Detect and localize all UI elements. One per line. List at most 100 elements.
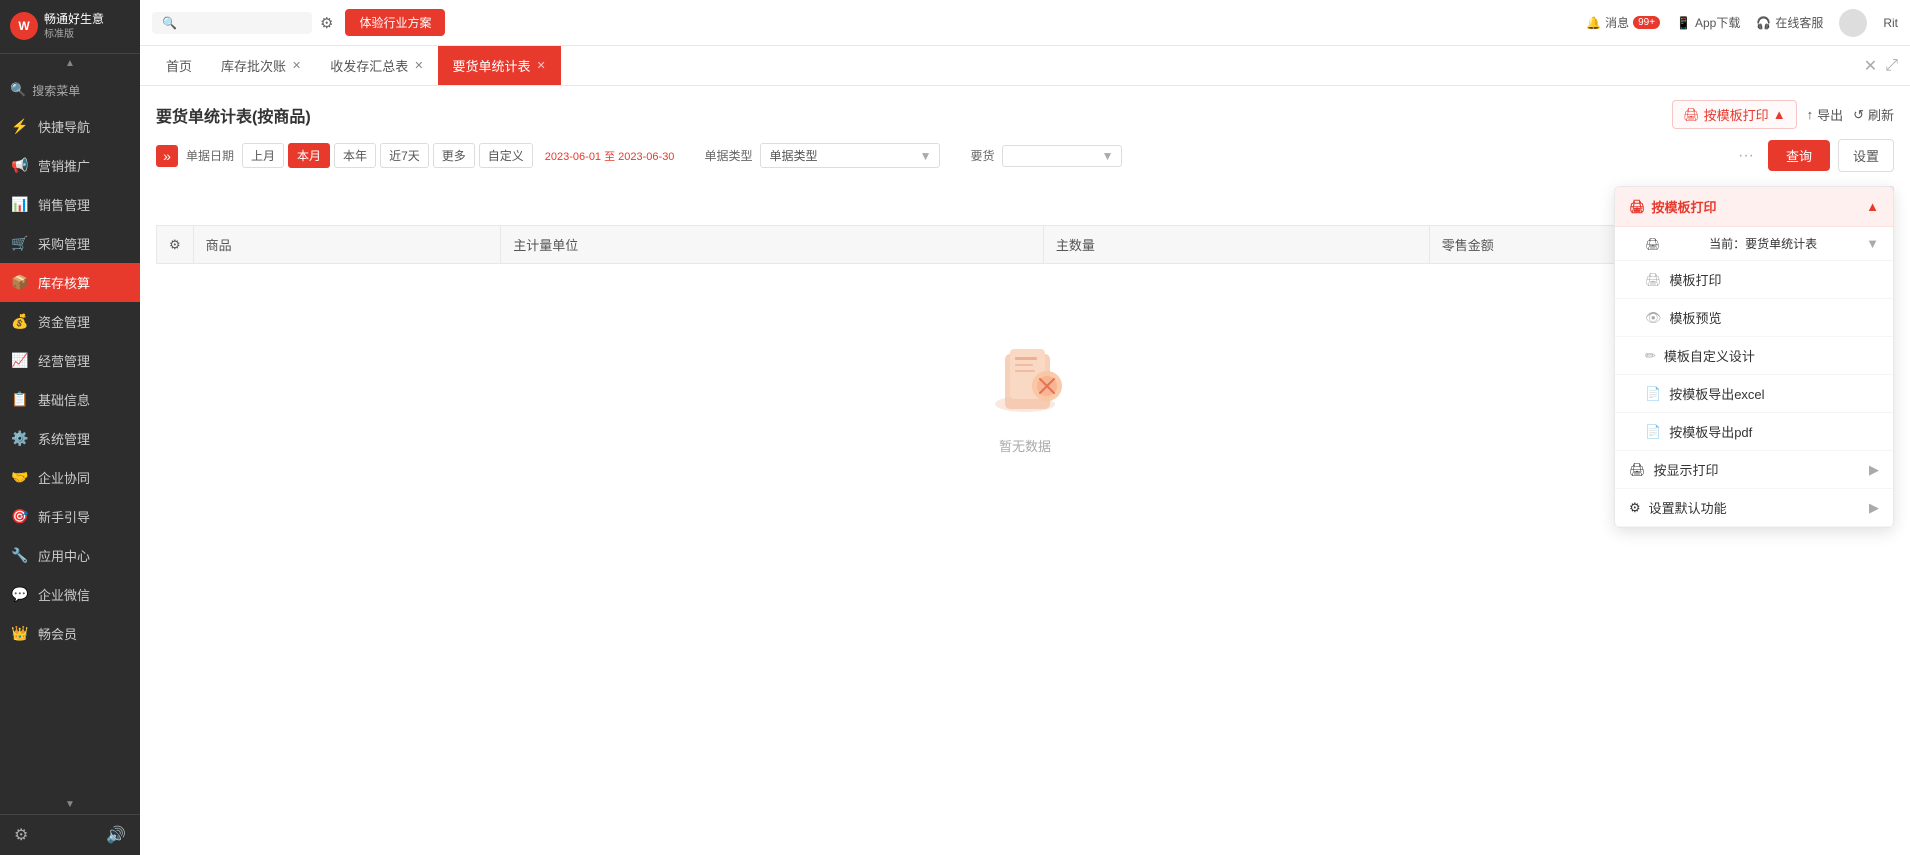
sidebar-item-finance[interactable]: 💰 资金管理	[0, 302, 140, 341]
sidebar-item-guide[interactable]: 🎯 新手引导	[0, 497, 140, 536]
chevron-up-icon2: ▲	[1866, 199, 1879, 214]
select-arrow-icon2: ▼	[1102, 149, 1114, 163]
col-product: 商品	[193, 226, 501, 264]
page-title: 要货单统计表(按商品)	[156, 103, 311, 127]
dropdown-sub-default-function[interactable]: ⚙ 设置默认功能 ▶	[1615, 489, 1893, 527]
display-print-label: 按显示打印	[1654, 460, 1719, 479]
tab-receipt-summary[interactable]: 收发存汇总表 ✕	[316, 46, 438, 85]
custom-date-btn[interactable]: 自定义	[479, 143, 533, 168]
current-month-btn[interactable]: 本月	[288, 143, 330, 168]
tab-close-order-summary[interactable]: ✕	[537, 59, 546, 72]
default-function-label: 设置默认功能	[1649, 498, 1727, 517]
current-template-item[interactable]: 🖨 当前：要货单统计表 ▼	[1615, 227, 1893, 261]
sidebar-scroll-down[interactable]: ▼	[0, 794, 140, 814]
order-type-select[interactable]: 单据类型 ▼	[760, 143, 940, 168]
maximize-icon[interactable]: ⤢	[1885, 57, 1898, 75]
gear-icon[interactable]: ⚙	[320, 14, 333, 32]
sidebar-item-label: 资金管理	[38, 312, 90, 331]
sidebar-item-label: 畅会员	[38, 624, 77, 643]
sidebar-item-enterprise[interactable]: 🤝 企业协同	[0, 458, 140, 497]
close-all-tabs-icon[interactable]: ✕	[1864, 56, 1877, 76]
tab-order-summary[interactable]: 要货单统计表 ✕	[438, 46, 560, 85]
sidebar-search[interactable]: 🔍 搜索菜单	[0, 74, 140, 107]
sales-icon: 📊	[10, 196, 30, 213]
sidebar-item-quick-nav[interactable]: ⚡ 快捷导航	[0, 107, 140, 146]
quick-nav-icon: ⚡	[10, 118, 30, 135]
tab-close-receipt-summary[interactable]: ✕	[414, 59, 423, 72]
filter-bar: » 单据日期 上月 本月 本年 近7天 更多 自定义 2023-06-01 至 …	[140, 129, 1910, 182]
settings-footer-icon[interactable]: ⚙	[14, 825, 28, 845]
filter-toggle-button[interactable]: »	[156, 145, 178, 167]
tab-batch-account[interactable]: 库存批次账 ✕	[207, 46, 316, 85]
message-label: 消息	[1605, 14, 1629, 31]
sidebar-item-sales[interactable]: 📊 销售管理	[0, 185, 140, 224]
sidebar-item-inventory[interactable]: 📦 库存核算	[0, 263, 140, 302]
more-dates-btn[interactable]: 更多	[433, 143, 475, 168]
order-type-label2: 要货	[970, 147, 994, 164]
tab-close-batch-account[interactable]: ✕	[292, 59, 301, 72]
more-options-button[interactable]: ···	[1732, 145, 1760, 167]
sidebar-item-marketing[interactable]: 📢 营销推广	[0, 146, 140, 185]
sidebar-item-basics[interactable]: 📋 基础信息	[0, 380, 140, 419]
online-service-button[interactable]: 🎧 在线客服	[1756, 14, 1823, 31]
col-quantity: 主数量	[1043, 226, 1429, 264]
sidebar-item-label: 基础信息	[38, 390, 90, 409]
printer-icon: 🖨	[1683, 107, 1700, 123]
sidebar-item-system[interactable]: ⚙️ 系统管理	[0, 419, 140, 458]
app-download-button[interactable]: 📱 App下载	[1676, 14, 1740, 31]
sidebar-item-label: 系统管理	[38, 429, 90, 448]
filter-row-type: 单据类型 单据类型 ▼	[704, 143, 940, 168]
speaker-icon[interactable]: 🔊	[106, 825, 126, 845]
export-excel-label: 按模板导出excel	[1669, 384, 1764, 403]
select-arrow-icon: ▼	[920, 149, 932, 163]
dropdown-item-template-preview[interactable]: 👁 模板预览	[1615, 299, 1893, 337]
refresh-icon: ↺	[1853, 107, 1864, 123]
search-icon: 🔍	[162, 16, 177, 30]
col-settings[interactable]: ⚙	[157, 226, 194, 264]
wecom-icon: 💬	[10, 586, 30, 603]
app-tag: 标准版	[44, 28, 104, 41]
sidebar-item-wecom[interactable]: 💬 企业微信	[0, 575, 140, 614]
sidebar-scroll-up[interactable]: ▲	[0, 54, 140, 74]
app-download-label: App下载	[1695, 14, 1740, 31]
query-button[interactable]: 查询	[1768, 140, 1830, 171]
last-7-days-btn[interactable]: 近7天	[380, 143, 429, 168]
sidebar-item-label: 经营管理	[38, 351, 90, 370]
dropdown-item-export-excel[interactable]: 📄 按模板导出excel	[1615, 375, 1893, 413]
current-year-btn[interactable]: 本年	[334, 143, 376, 168]
avatar[interactable]	[1839, 9, 1867, 37]
dropdown-item-template-print[interactable]: 🖨 模板打印	[1615, 261, 1893, 299]
sidebar-item-label: 应用中心	[38, 546, 90, 565]
export-button[interactable]: ↑ 导出	[1807, 105, 1844, 124]
dropdown-item-export-pdf[interactable]: 📄 按模板导出pdf	[1615, 413, 1893, 451]
online-service-label: 在线客服	[1775, 14, 1823, 31]
topbar-search[interactable]: 🔍	[152, 12, 312, 34]
system-icon: ⚙️	[10, 430, 30, 447]
trial-button[interactable]: 体验行业方案	[345, 9, 445, 36]
purchase-icon: 🛒	[10, 235, 30, 252]
dropdown-header[interactable]: 🖨 按模板打印 ▲	[1615, 187, 1893, 227]
message-button[interactable]: 🔔 消息 99+	[1586, 14, 1660, 31]
sidebar-item-purchase[interactable]: 🛒 采购管理	[0, 224, 140, 263]
settings-button[interactable]: 设置	[1838, 139, 1894, 172]
dropdown-item-template-custom[interactable]: ✏ 模板自定义设计	[1615, 337, 1893, 375]
template-print-label: 模板打印	[1670, 270, 1722, 289]
sidebar-item-appstore[interactable]: 🔧 应用中心	[0, 536, 140, 575]
topbar: 🔍 ⚙ 体验行业方案 🔔 消息 99+ 📱 App下载 🎧 在线客服 Rit	[140, 0, 1910, 46]
dropdown-sub-display-print[interactable]: 🖨 按显示打印 ▶	[1615, 451, 1893, 489]
tab-home[interactable]: 首页	[152, 46, 207, 85]
sidebar-item-member[interactable]: 👑 畅会员	[0, 614, 140, 653]
template-print-button[interactable]: 🖨 按模板打印 ▲	[1672, 100, 1796, 129]
yaohuodan-select[interactable]: ▼	[1002, 145, 1122, 167]
page-actions: 🖨 按模板打印 ▲ ↑ 导出 ↺ 刷新	[1672, 100, 1894, 129]
export-excel-icon: 📄	[1645, 386, 1661, 402]
prev-month-btn[interactable]: 上月	[242, 143, 284, 168]
sidebar-item-operations[interactable]: 📈 经营管理	[0, 341, 140, 380]
template-custom-label: 模板自定义设计	[1664, 346, 1755, 365]
app-name: 畅通好生意	[44, 12, 104, 28]
download-icon: 📱	[1676, 16, 1691, 30]
refresh-button[interactable]: ↺ 刷新	[1853, 105, 1894, 124]
sidebar-item-label: 企业协同	[38, 468, 90, 487]
sidebar-item-label: 营销推广	[38, 156, 90, 175]
export-pdf-icon: 📄	[1645, 424, 1661, 440]
